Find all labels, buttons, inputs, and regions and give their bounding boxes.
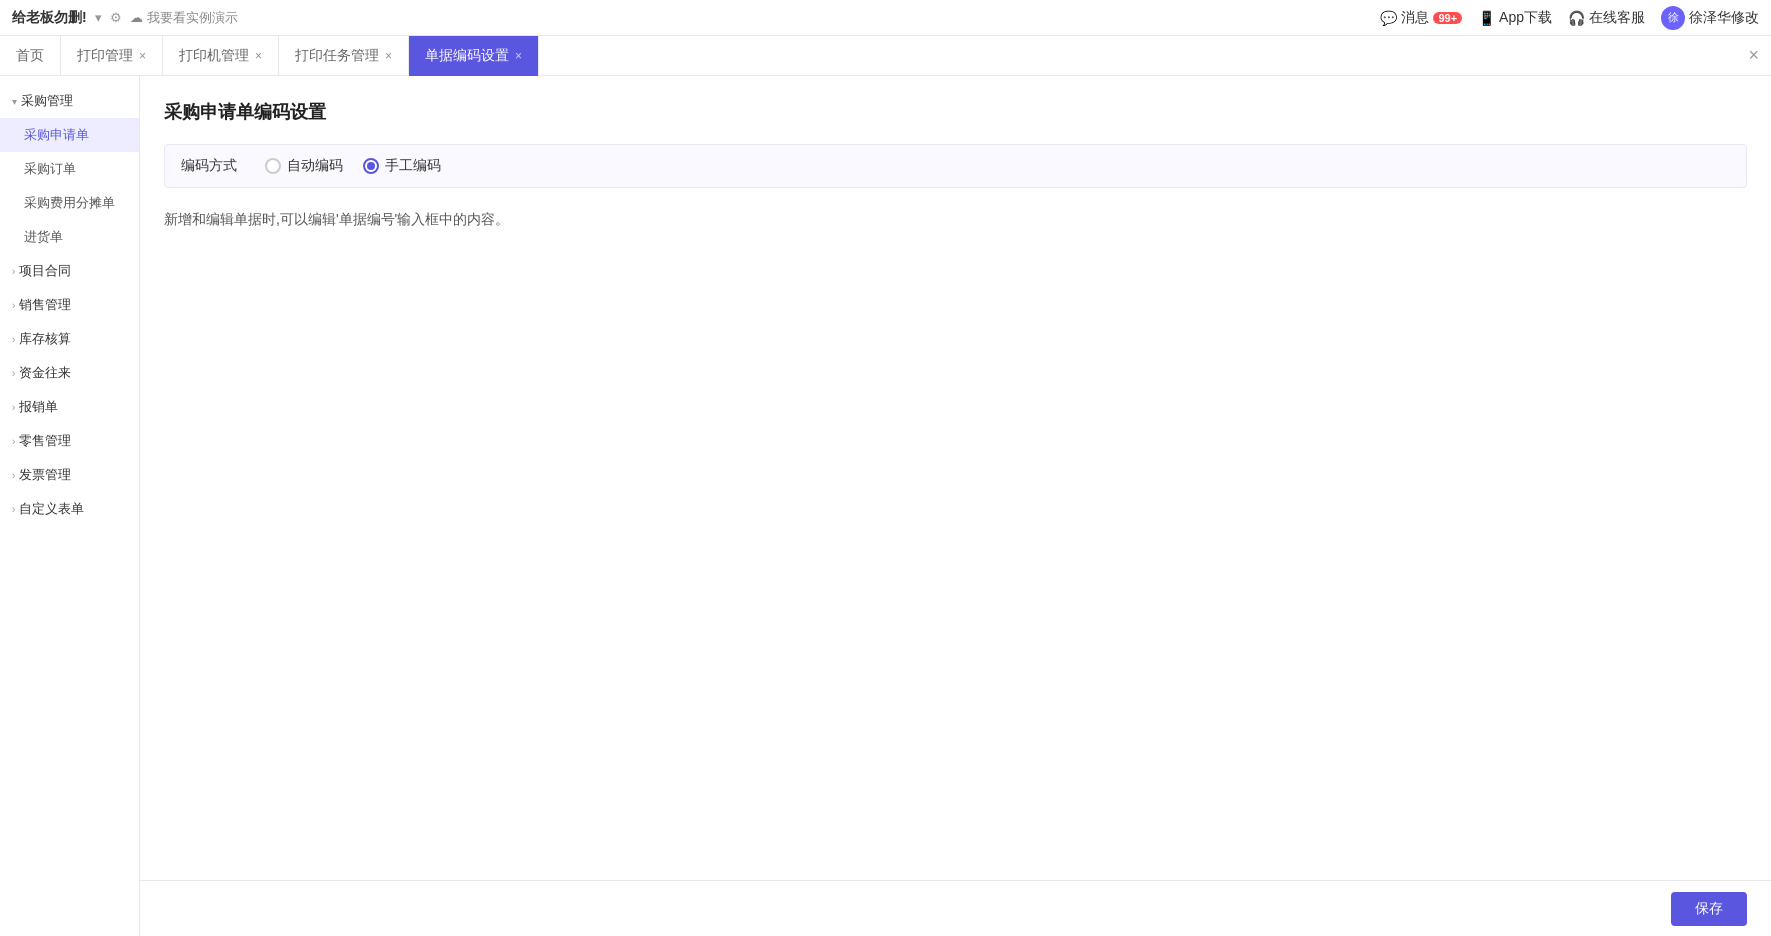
search-area[interactable]: ☁ 我要看实例演示 [130,9,238,27]
sidebar-group-return-title[interactable]: › 报销单 [0,390,139,424]
top-bar: 给老板勿删! ▾ ⚙ ☁ 我要看实例演示 💬 消息 99+ 📱 App下载 🎧 … [0,0,1771,36]
dropdown-icon[interactable]: ▾ [95,10,102,25]
tab-print-manage-close[interactable]: × [139,49,146,63]
sidebar-group-project: › 项目合同 [0,254,139,288]
message-label: 消息 [1401,9,1429,27]
sidebar-group-return: › 报销单 [0,390,139,424]
sidebar-group-custom-form-label: 自定义表单 [19,500,84,518]
sidebar-group-invoice-title[interactable]: › 发票管理 [0,458,139,492]
sidebar-group-invoice: › 发票管理 [0,458,139,492]
radio-manual-label: 手工编码 [385,157,441,175]
sidebar-group-sales-label: 销售管理 [19,296,71,314]
tab-print-task[interactable]: 打印任务管理 × [279,36,409,76]
sidebar-group-retail: › 零售管理 [0,424,139,458]
tab-printer-manage-close[interactable]: × [255,49,262,63]
radio-auto-label: 自动编码 [287,157,343,175]
sidebar-group-retail-label: 零售管理 [19,432,71,450]
sidebar-group-custom-form: › 自定义表单 [0,492,139,526]
sidebar-group-purchase-title[interactable]: ▾ 采购管理 [0,84,139,118]
tab-printer-manage[interactable]: 打印机管理 × [163,36,279,76]
search-label: 我要看实例演示 [147,9,238,27]
message-badge: 99+ [1433,12,1462,24]
sidebar-group-capital-title[interactable]: › 资金往来 [0,356,139,390]
sidebar-group-capital-label: 资金往来 [19,364,71,382]
expand-arrow-retail: › [12,436,15,447]
tab-print-task-close[interactable]: × [385,49,392,63]
message-action[interactable]: 💬 消息 99+ [1380,9,1462,27]
expand-arrow-project: › [12,266,15,277]
sidebar-group-purchase-label: 采购管理 [21,92,73,110]
sidebar-group-purchase: ▾ 采购管理 采购申请单 采购订单 采购费用分摊单 进货单 [0,84,139,254]
sidebar-group-inventory-title[interactable]: › 库存核算 [0,322,139,356]
content: 采购申请单编码设置 编码方式 自动编码 手工编码 新增和编辑单据时,可以编辑'单… [140,76,1771,936]
user-profile[interactable]: 徐 徐泽华修改 [1661,6,1759,30]
content-footer: 保存 [140,880,1771,936]
sidebar-item-purchase-expense[interactable]: 采购费用分摊单 [0,186,139,220]
expand-arrow-purchase: ▾ [12,96,17,107]
sidebar-group-project-label: 项目合同 [19,262,71,280]
avatar: 徐 [1661,6,1685,30]
sidebar-item-purchase-order-label: 采购订单 [24,161,76,176]
sidebar-item-goods-receipt-label: 进货单 [24,229,63,244]
sidebar-group-inventory-label: 库存核算 [19,330,71,348]
radio-auto-circle [265,158,281,174]
cloud-icon: ☁ [130,10,143,25]
description-text: 新增和编辑单据时,可以编辑'单据编号'输入框中的内容。 [164,208,1747,230]
tab-print-manage-label: 打印管理 [77,47,133,65]
sidebar-item-purchase-request-label: 采购申请单 [24,127,89,142]
expand-arrow-capital: › [12,368,15,379]
expand-arrow-invoice: › [12,470,15,481]
sidebar-group-invoice-label: 发票管理 [19,466,71,484]
tab-home[interactable]: 首页 [0,36,61,76]
page-title: 采购申请单编码设置 [164,100,1747,124]
expand-arrow-custom-form: › [12,504,15,515]
top-bar-left: 给老板勿删! ▾ ⚙ ☁ 我要看实例演示 [12,9,238,27]
user-name: 徐泽华修改 [1689,9,1759,27]
sidebar-item-goods-receipt[interactable]: 进货单 [0,220,139,254]
app-download-label: App下载 [1499,9,1552,27]
radio-auto-encode[interactable]: 自动编码 [265,157,343,175]
mobile-icon: 📱 [1478,10,1495,26]
app-download-action[interactable]: 📱 App下载 [1478,9,1552,27]
sidebar-group-capital: › 资金往来 [0,356,139,390]
radio-manual-circle [363,158,379,174]
sidebar-item-purchase-request[interactable]: 采购申请单 [0,118,139,152]
encode-section: 编码方式 自动编码 手工编码 [164,144,1747,188]
content-main: 采购申请单编码设置 编码方式 自动编码 手工编码 新增和编辑单据时,可以编辑'单… [140,76,1771,880]
expand-arrow-return: › [12,402,15,413]
sidebar-group-project-title[interactable]: › 项目合同 [0,254,139,288]
sidebar-group-inventory: › 库存核算 [0,322,139,356]
radio-manual-encode[interactable]: 手工编码 [363,157,441,175]
tab-single-code[interactable]: 单据编码设置 × [409,36,539,76]
tab-single-code-close[interactable]: × [515,49,522,63]
tab-bar: 首页 打印管理 × 打印机管理 × 打印任务管理 × 单据编码设置 × × [0,36,1771,76]
sidebar-group-sales: › 销售管理 [0,288,139,322]
top-bar-right: 💬 消息 99+ 📱 App下载 🎧 在线客服 徐 徐泽华修改 [1380,6,1759,30]
expand-arrow-sales: › [12,300,15,311]
sidebar-item-purchase-expense-label: 采购费用分摊单 [24,195,115,210]
sidebar-group-retail-title[interactable]: › 零售管理 [0,424,139,458]
customer-service-label: 在线客服 [1589,9,1645,27]
sidebar-group-sales-title[interactable]: › 销售管理 [0,288,139,322]
expand-arrow-inventory: › [12,334,15,345]
sidebar-group-return-label: 报销单 [19,398,58,416]
sidebar-group-custom-form-title[interactable]: › 自定义表单 [0,492,139,526]
settings-icon[interactable]: ⚙ [110,10,122,25]
sidebar-item-purchase-order[interactable]: 采购订单 [0,152,139,186]
save-button[interactable]: 保存 [1671,892,1747,926]
sidebar: ▾ 采购管理 采购申请单 采购订单 采购费用分摊单 进货单 › 项目合同 [0,76,140,936]
customer-service-action[interactable]: 🎧 在线客服 [1568,9,1645,27]
brand-label: 给老板勿删! [12,9,87,27]
tab-print-task-label: 打印任务管理 [295,47,379,65]
window-close-button[interactable]: × [1736,45,1771,66]
tab-printer-manage-label: 打印机管理 [179,47,249,65]
headset-icon: 🎧 [1568,10,1585,26]
tab-print-manage[interactable]: 打印管理 × [61,36,163,76]
encode-label: 编码方式 [181,157,237,175]
tab-single-code-label: 单据编码设置 [425,47,509,65]
main-layout: ▾ 采购管理 采购申请单 采购订单 采购费用分摊单 进货单 › 项目合同 [0,76,1771,936]
message-icon: 💬 [1380,10,1397,26]
tab-home-label: 首页 [16,47,44,65]
